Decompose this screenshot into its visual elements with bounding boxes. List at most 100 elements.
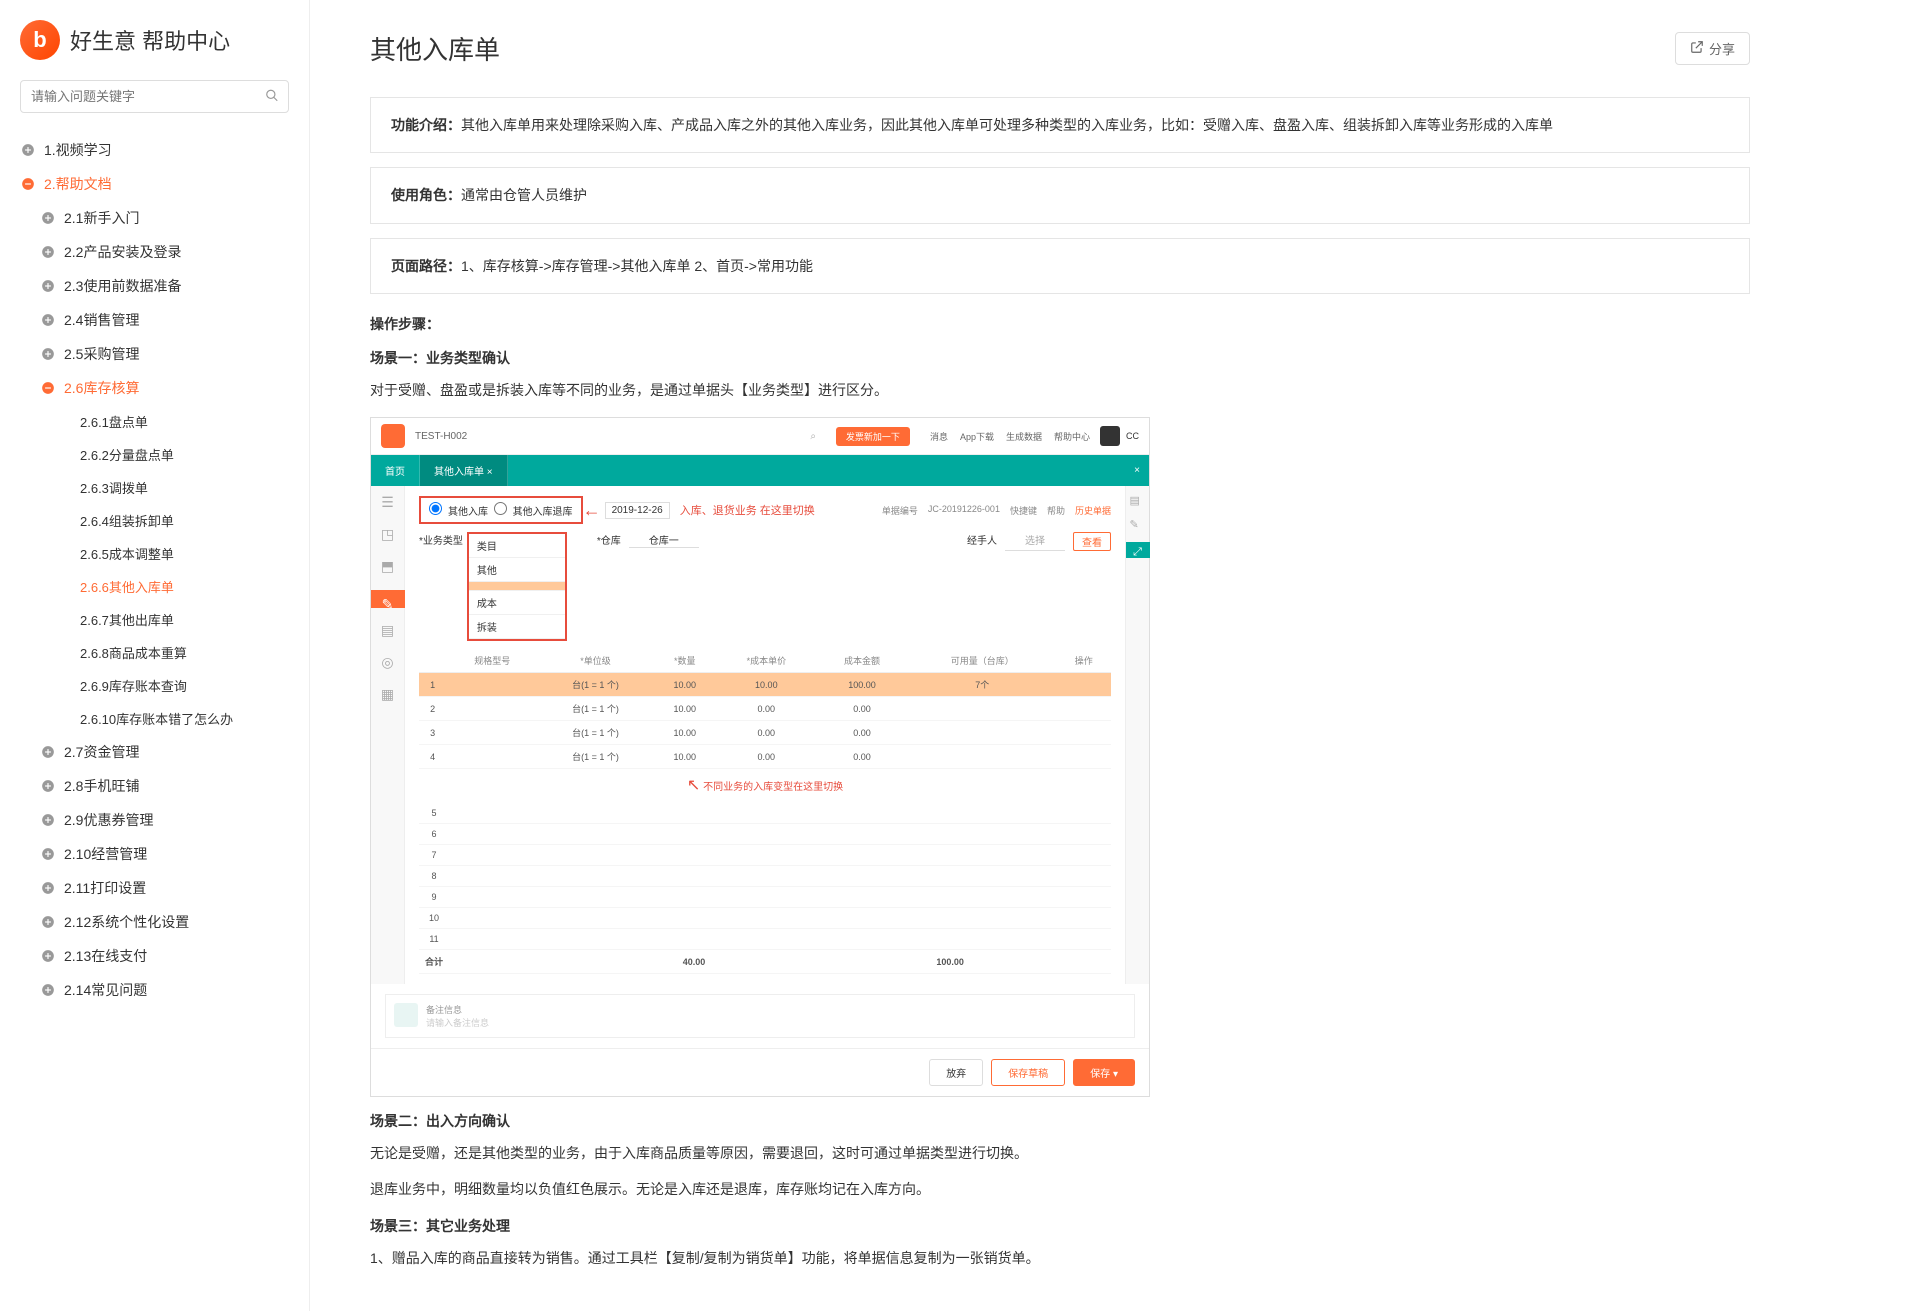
nav-item[interactable]: 2.12系统个性化设置 (20, 905, 289, 939)
nav-item[interactable]: 2.8手机旺铺 (20, 769, 289, 803)
ss-ricon: ✎ (1130, 518, 1146, 534)
role-box: 使用角色：通常由仓管人员维护 (370, 167, 1750, 223)
nav-item[interactable]: 2.6.10库存账本错了怎么办 (20, 702, 289, 735)
share-button[interactable]: 分享 (1675, 32, 1750, 65)
page-title: 其他入库单 (370, 30, 500, 67)
plus-icon (40, 278, 56, 294)
nav-label: 2.5采购管理 (64, 344, 139, 364)
table-header: *单位级 (538, 649, 653, 673)
plus-icon (40, 880, 56, 896)
nav-label: 2.6.10库存账本错了怎么办 (80, 709, 233, 728)
ss-annotation1: 入库、退货业务 在这里切换 (680, 502, 815, 518)
nav-item[interactable]: 2.6.2分量盘点单 (20, 438, 289, 471)
radio-label: 其他入库 (448, 507, 488, 518)
nav-item[interactable]: 2.6.9库存账本查询 (20, 669, 289, 702)
ss-view-btn: 查看 (1073, 532, 1111, 551)
ss-tool: 历史单据 (1075, 504, 1111, 517)
nav-item[interactable]: 2.14常见问题 (20, 973, 289, 1007)
table-header: 操作 (1057, 649, 1111, 673)
ss-toplinks: 消息 App下载 生成数据 帮助中心 (930, 430, 1090, 443)
table-cell (1057, 721, 1111, 745)
nav-item[interactable]: 2.3使用前数据准备 (20, 269, 289, 303)
nav-label: 2.8手机旺铺 (64, 776, 139, 796)
nav-label: 2.6.7其他出库单 (80, 610, 174, 629)
ss-filter-row: *业务类型 类目 其他 成本 拆装 *仓库 仓库一 (419, 532, 1111, 641)
ss-cancel-button: 放弃 (929, 1059, 983, 1086)
plus-icon (40, 778, 56, 794)
ss-search-icon: ⌕ (810, 431, 816, 442)
table-cell: 100.00 (816, 673, 908, 697)
nav-item[interactable]: 2.1新手入门 (20, 201, 289, 235)
nav-item[interactable]: 2.7资金管理 (20, 735, 289, 769)
ss-icon: ◎ (379, 654, 397, 672)
nav-item[interactable]: 2.6.8商品成本重算 (20, 636, 289, 669)
ss-body: ☰ ◳ ⬒ ✎ ▤ ◎ ▦ 其他入库 其他入库退库 ← (371, 486, 1149, 984)
table-cell: 0.00 (816, 745, 908, 769)
sidebar: b 好生意 帮助中心 1.视频学习2.帮助文档2.1新手入门2.2产品安装及登录… (0, 0, 310, 1311)
nav-label: 2.10经营管理 (64, 844, 147, 864)
nav-item[interactable]: 2.5采购管理 (20, 337, 289, 371)
nav-item[interactable]: 2.6.4组装拆卸单 (20, 504, 289, 537)
plus-icon (40, 914, 56, 930)
table-header: *成本单价 (717, 649, 816, 673)
nav-item[interactable]: 2.帮助文档 (20, 167, 289, 201)
nav-item[interactable]: 2.6.7其他出库单 (20, 603, 289, 636)
table-cell: 1 (419, 673, 446, 697)
total-qty: 40.00 (599, 950, 790, 974)
plus-icon (40, 244, 56, 260)
ss-footer: 放弃 保存草稿 保存 ▾ (371, 1048, 1149, 1096)
ss-wh-label: *仓库 (597, 532, 621, 548)
scene3-text: 1、赠品入库的商品直接转为销售。通过工具栏【复制/复制为销货单】功能，将单据信息… (370, 1246, 1750, 1271)
ss-save-button: 保存 ▾ (1073, 1059, 1135, 1086)
search-box (20, 80, 289, 113)
nav-item[interactable]: 2.6.1盘点单 (20, 405, 289, 438)
nav-item[interactable]: 2.2产品安装及登录 (20, 235, 289, 269)
ss-dropdown: 类目 其他 成本 拆装 (467, 532, 567, 641)
nav-item[interactable]: 2.9优惠券管理 (20, 803, 289, 837)
nav-label: 2.11打印设置 (64, 878, 146, 898)
nav-item[interactable]: 1.视频学习 (20, 133, 289, 167)
table-cell: 0.00 (717, 697, 816, 721)
ss-tabs: 首页 其他入库单 × × (371, 455, 1149, 486)
ss-content: 其他入库 其他入库退库 ← 2019-12-26 入库、退货业务 在这里切换 单… (405, 486, 1125, 984)
dd-item: 类目 (469, 534, 565, 558)
intro-box: 功能介绍：其他入库单用来处理除采购入库、产成品入库之外的其他入库业务，因此其他入… (370, 97, 1750, 153)
table-cell (1057, 697, 1111, 721)
nav-item[interactable]: 2.6库存核算 (20, 371, 289, 405)
page-header: 其他入库单 分享 (370, 30, 1750, 67)
nav-item[interactable]: 2.13在线支付 (20, 939, 289, 973)
search-input[interactable] (20, 80, 289, 113)
plus-icon (40, 744, 56, 760)
dd-item: 成本 (469, 591, 565, 615)
search-icon[interactable] (265, 88, 279, 105)
table-cell (446, 697, 538, 721)
share-icon (1690, 40, 1704, 57)
ss-table: 规格型号*单位级*数量*成本单价成本金额可用量（台库）操作 1台(1 = 1 个… (419, 649, 1111, 769)
table-cell (446, 673, 538, 697)
ss-toplink: 消息 (930, 430, 948, 443)
nav-item[interactable]: 2.4销售管理 (20, 303, 289, 337)
scene2-text1: 无论是受赠，还是其他类型的业务，由于入库商品质量等原因，需要退回，这时可通过单据… (370, 1141, 1750, 1166)
remark-label: 备注信息 (426, 1003, 489, 1016)
ss-docno: JC-20191226-001 (928, 504, 1000, 517)
table-cell: 10.00 (717, 673, 816, 697)
nav-item[interactable]: 2.10经营管理 (20, 837, 289, 871)
nav-label: 2.1新手入门 (64, 208, 139, 228)
path-label: 页面路径： (391, 258, 461, 274)
nav-item[interactable]: 2.6.3调拨单 (20, 471, 289, 504)
nav-label: 2.6.5成本调整单 (80, 544, 174, 563)
nav-item[interactable]: 2.11打印设置 (20, 871, 289, 905)
plus-icon (40, 812, 56, 828)
nav-item[interactable]: 2.6.6其他入库单 (20, 570, 289, 603)
table-cell (908, 745, 1057, 769)
dd-item (469, 582, 565, 591)
table-cell (446, 721, 538, 745)
ss-ricon: ⤢ (1126, 542, 1150, 558)
ss-remark: 备注信息 请输入备注信息 (385, 994, 1135, 1038)
plus-icon (20, 142, 36, 158)
table-cell: 0.00 (717, 721, 816, 745)
nav-label: 2.12系统个性化设置 (64, 912, 189, 932)
nav-label: 2.9优惠券管理 (64, 810, 153, 830)
role-text: 通常由仓管人员维护 (461, 187, 587, 203)
nav-item[interactable]: 2.6.5成本调整单 (20, 537, 289, 570)
